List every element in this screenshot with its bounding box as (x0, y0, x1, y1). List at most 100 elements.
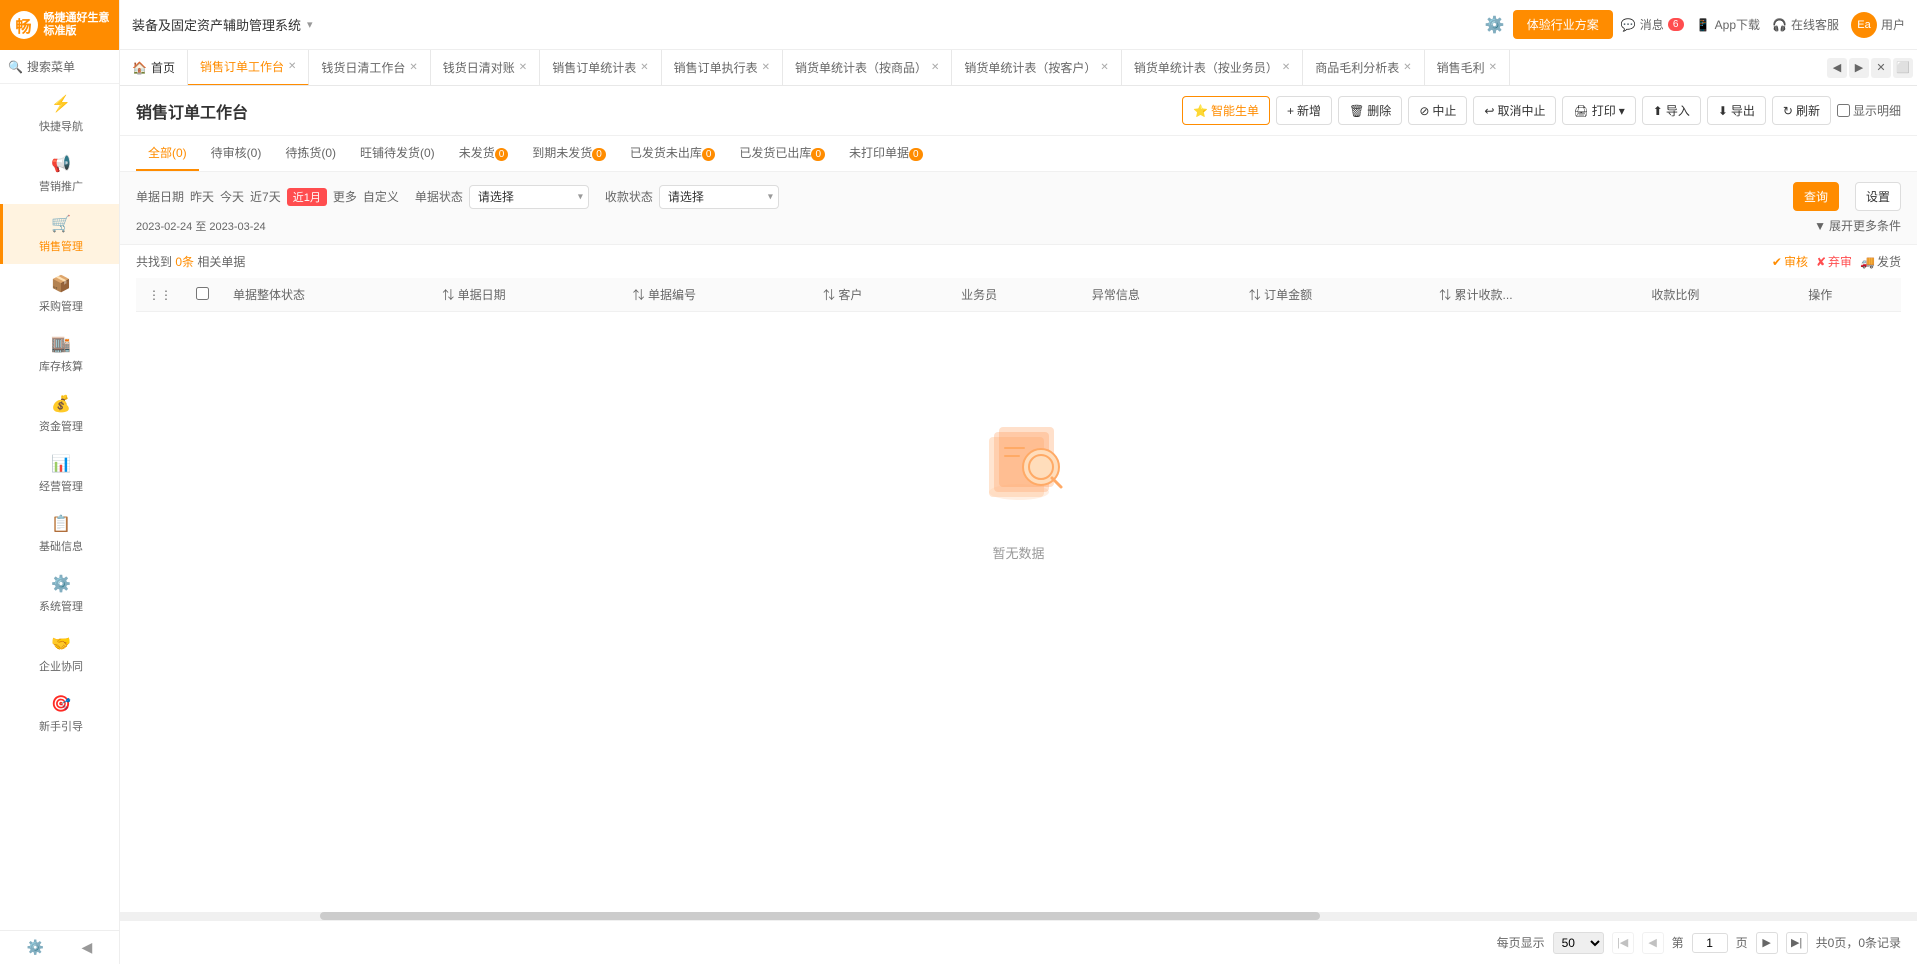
export-btn[interactable]: ⬇ 导出 (1707, 96, 1766, 125)
filter-date-1month[interactable]: 近1月 (287, 188, 327, 206)
delete-btn[interactable]: 🗑 删除 (1338, 96, 1402, 125)
filter-date-7days[interactable]: 近7天 (250, 188, 281, 206)
smart-order-btn[interactable]: ⭐ 智能生单 (1182, 96, 1270, 125)
sidebar: 畅 畅捷通好生意 标准版 🔍 搜索菜单 ⚡ 快捷导航 📢 营销推广 🛒 销售管理… (0, 0, 120, 964)
sidebar-item-marketing[interactable]: 📢 营销推广 (0, 144, 119, 204)
refresh-btn[interactable]: ↻ 刷新 (1772, 96, 1831, 125)
sub-tab-not-shipped[interactable]: 未发货0 (447, 136, 521, 171)
tab-cash-daily[interactable]: 钱货日清工作台 ✕ (309, 50, 430, 86)
sidebar-item-basic[interactable]: 📋 基础信息 (0, 504, 119, 564)
sidebar-item-sales[interactable]: 🛒 销售管理 (0, 204, 119, 264)
filter-payment-select[interactable]: 请选择 (659, 185, 779, 209)
filter-date-yesterday[interactable]: 昨天 (190, 188, 214, 206)
filter-date-today[interactable]: 今天 (220, 188, 244, 206)
filter-expand-btn[interactable]: ▼ 展开更多条件 (1814, 217, 1901, 234)
message-btn[interactable]: 💬 消息 6 (1621, 16, 1684, 33)
sidebar-item-system[interactable]: ⚙️ 系统管理 (0, 564, 119, 624)
sidebar-item-guide[interactable]: 🎯 新手引导 (0, 684, 119, 744)
tab-close-sales-by-staff[interactable]: ✕ (1282, 62, 1290, 73)
tab-close-cash-daily[interactable]: ✕ (409, 62, 417, 73)
sub-tab-not-printed[interactable]: 未打印单据0 (837, 136, 935, 171)
sub-tab-shipped-warehoused[interactable]: 已发货已出库0 (727, 136, 837, 171)
tab-close-sales-exec[interactable]: ✕ (762, 62, 770, 73)
tab-close-sales-stats[interactable]: ✕ (640, 62, 648, 73)
tab-maximize-btn[interactable]: ⬜ (1893, 58, 1913, 78)
tab-close-sales-by-product[interactable]: ✕ (931, 62, 939, 73)
set-btn[interactable]: 设置 (1855, 182, 1901, 211)
th-date[interactable]: ⇅ 单据日期 (430, 278, 620, 312)
th-status[interactable]: 单据整体状态 (221, 278, 430, 312)
sub-tab-overdue-not-shipped[interactable]: 到期未发货0 (520, 136, 618, 171)
next-page-btn[interactable]: ▶ (1756, 932, 1778, 954)
sidebar-item-inventory[interactable]: 🏬 库存核算 (0, 324, 119, 384)
page-input[interactable] (1692, 933, 1728, 953)
th-customer[interactable]: ⇅ 客户 (811, 278, 949, 312)
app-download-btn[interactable]: 📱 App下载 (1696, 16, 1760, 33)
sub-tab-shipped-not-warehoused[interactable]: 已发货未出库0 (618, 136, 728, 171)
tab-next-btn[interactable]: ▶ (1849, 58, 1869, 78)
tab-gross-profit[interactable]: 商品毛利分析表 ✕ (1303, 50, 1424, 86)
sub-tab-pending-audit[interactable]: 待审核(0) (199, 136, 274, 171)
collapse-icon[interactable]: ◀ (82, 939, 93, 956)
sidebar-item-enterprise[interactable]: 🤝 企业协同 (0, 624, 119, 684)
tab-sales-by-product[interactable]: 销货单统计表（按商品） ✕ (783, 50, 952, 86)
filter-date-more[interactable]: 更多 (333, 188, 357, 206)
topbar-settings-icon[interactable]: ⚙️ (1485, 15, 1505, 35)
tab-home[interactable]: 🏠 首页 (120, 50, 188, 86)
topbar-dropdown-icon[interactable]: ▾ (307, 18, 313, 31)
tab-close-sales-profit[interactable]: ✕ (1489, 62, 1497, 73)
stop-btn[interactable]: ⊘ 中止 (1408, 96, 1467, 125)
sidebar-item-operation[interactable]: 📊 经营管理 (0, 444, 119, 504)
select-all-checkbox[interactable] (196, 287, 209, 300)
filter-date-item: 单据日期 昨天 今天 近7天 近1月 更多 自定义 (136, 188, 399, 206)
filter-status-select[interactable]: 请选择 (469, 185, 589, 209)
tab-close-sales-by-customer[interactable]: ✕ (1100, 62, 1108, 73)
print-btn[interactable]: 🖨 打印 ▾ (1562, 96, 1635, 125)
sidebar-search[interactable]: 🔍 搜索菜单 (0, 50, 119, 84)
tab-sales-exec[interactable]: 销售订单执行表 ✕ (662, 50, 783, 86)
first-page-btn[interactable]: |◀ (1612, 932, 1634, 954)
audit-btn[interactable]: ✔ 审核 (1772, 253, 1808, 270)
sidebar-item-purchase[interactable]: 📦 采购管理 (0, 264, 119, 324)
user-avatar: Ea (1851, 12, 1877, 38)
filter-area: 单据日期 昨天 今天 近7天 近1月 更多 自定义 单据状态 请选择 (120, 172, 1917, 245)
tab-sales-stats[interactable]: 销售订单统计表 ✕ (540, 50, 661, 86)
tab-close-cash-reconcile[interactable]: ✕ (519, 62, 527, 73)
tab-close-sales-workbench[interactable]: ✕ (288, 61, 296, 72)
horizontal-scrollbar[interactable] (120, 912, 1917, 920)
tab-cash-reconcile[interactable]: 钱货日清对账 ✕ (431, 50, 540, 86)
online-service-btn[interactable]: 🎧 在线客服 (1772, 16, 1839, 33)
query-btn[interactable]: 查询 (1793, 182, 1839, 211)
sub-tab-pending-pick[interactable]: 待拣货(0) (273, 136, 348, 171)
th-number[interactable]: ⇅ 单据编号 (621, 278, 811, 312)
tab-sales-by-staff[interactable]: 销货单统计表（按业务员） ✕ (1122, 50, 1303, 86)
tab-prev-btn[interactable]: ◀ (1827, 58, 1847, 78)
ship-btn[interactable]: 🚚 发货 (1860, 253, 1901, 270)
last-page-btn[interactable]: ▶| (1786, 932, 1808, 954)
cancel-audit-btn[interactable]: ✘ 弃审 (1816, 253, 1852, 270)
show-detail-input[interactable] (1837, 104, 1850, 117)
tab-sales-by-customer[interactable]: 销货单统计表（按客户） ✕ (952, 50, 1121, 86)
tab-close-gross-profit[interactable]: ✕ (1403, 62, 1411, 73)
th-amount[interactable]: ⇅ 订单金额 (1237, 278, 1427, 312)
tab-sales-profit[interactable]: 销售毛利 ✕ (1425, 50, 1510, 86)
tab-close-all-btn[interactable]: ✕ (1871, 58, 1891, 78)
scrollbar-thumb[interactable] (320, 912, 1320, 920)
filter-date-custom[interactable]: 自定义 (363, 188, 399, 206)
import-btn[interactable]: ⬆ 导入 (1642, 96, 1701, 125)
industry-btn[interactable]: 体验行业方案 (1513, 10, 1613, 39)
new-btn[interactable]: + 新增 (1276, 96, 1332, 125)
sub-tab-wangpu[interactable]: 旺铺待发货(0) (348, 136, 447, 171)
per-page-select[interactable]: 50 100 200 (1553, 932, 1604, 954)
tab-sales-workbench[interactable]: 销售订单工作台 ✕ (188, 50, 309, 86)
prev-page-btn[interactable]: ◀ (1642, 932, 1664, 954)
show-detail-checkbox[interactable]: 显示明细 (1837, 102, 1901, 119)
guide-icon: 🎯 (51, 694, 71, 714)
sidebar-item-finance[interactable]: 💰 资金管理 (0, 384, 119, 444)
settings-footer-icon[interactable]: ⚙️ (27, 939, 44, 956)
sidebar-item-quick-nav[interactable]: ⚡ 快捷导航 (0, 84, 119, 144)
sub-tab-all[interactable]: 全部(0) (136, 136, 199, 171)
th-collected[interactable]: ⇅ 累计收款... (1427, 278, 1639, 312)
user-btn[interactable]: Ea 用户 (1851, 12, 1905, 38)
cancel-stop-btn[interactable]: ↩ 取消中止 (1473, 96, 1556, 125)
